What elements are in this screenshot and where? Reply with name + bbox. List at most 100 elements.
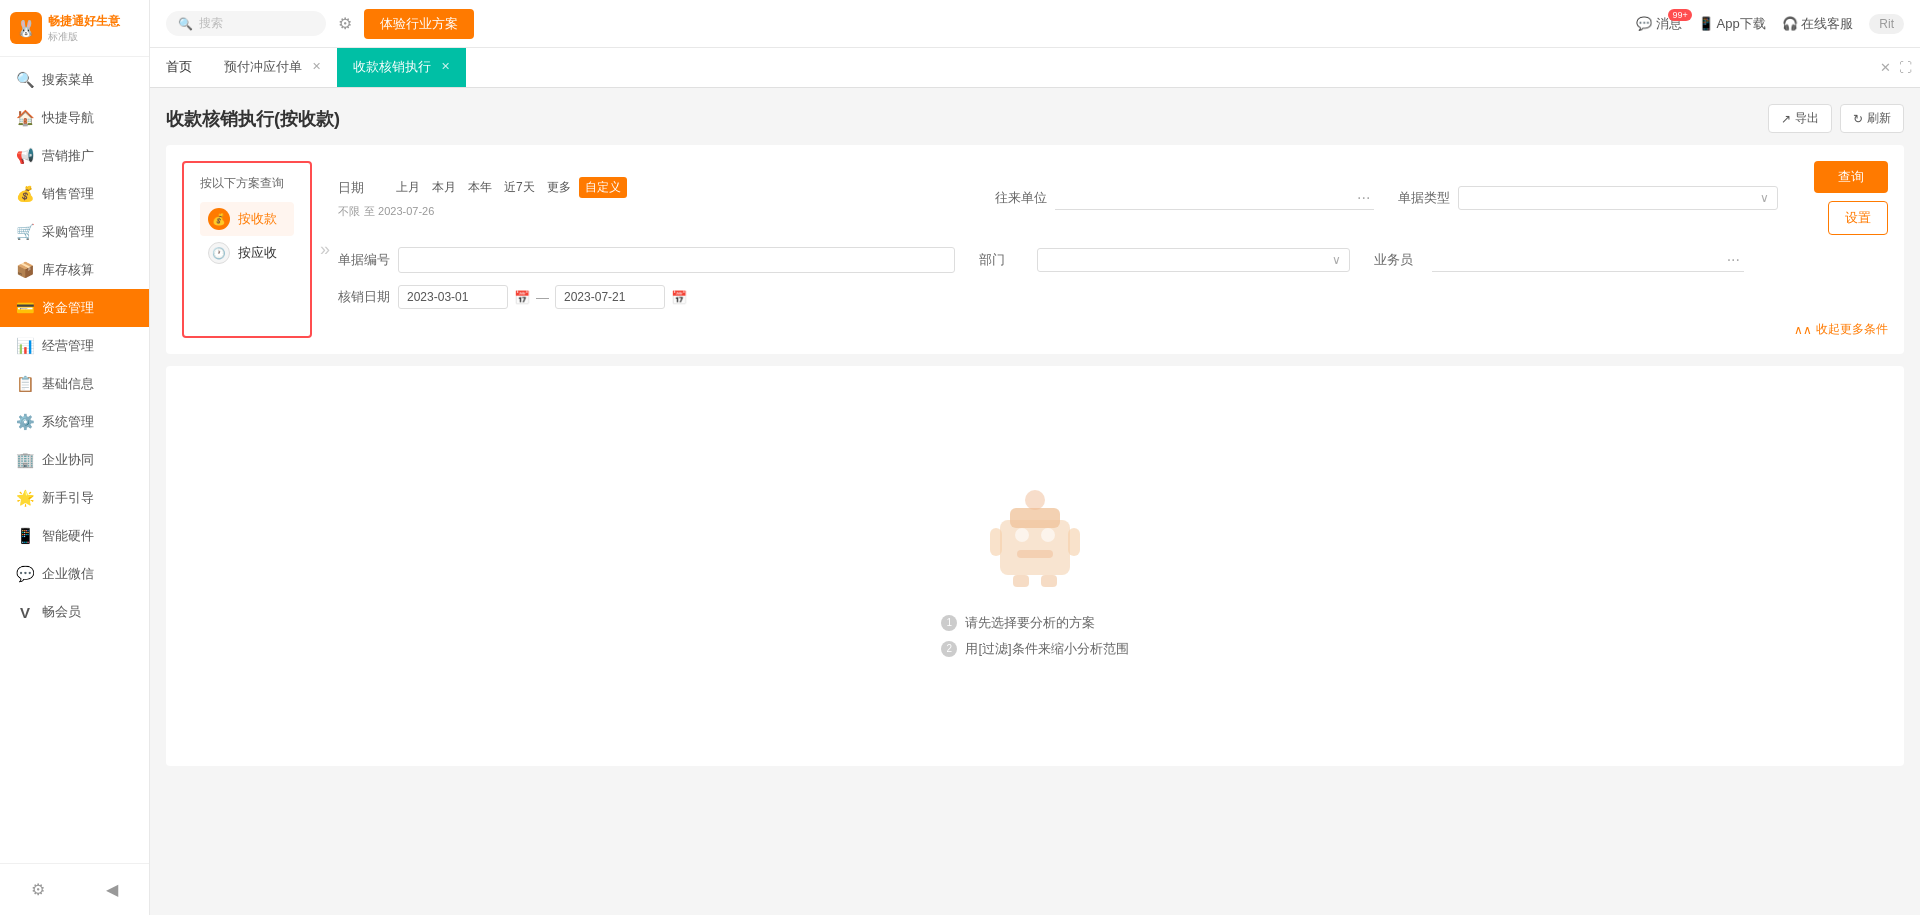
topbar-gear-icon[interactable]: ⚙ xyxy=(338,14,352,33)
svg-rect-6 xyxy=(1068,528,1080,556)
money-icon: 💰 xyxy=(16,185,34,203)
empty-hint-2: 2 用[过滤]条件来缩小分析范围 xyxy=(941,636,1128,662)
sidebar-item-operation[interactable]: 📊 经营管理 xyxy=(0,327,149,365)
svg-rect-1 xyxy=(1010,508,1060,528)
sidebar-item-corp[interactable]: 🏢 企业协同 xyxy=(0,441,149,479)
svg-point-3 xyxy=(1041,528,1055,542)
shortcut-custom[interactable]: 自定义 xyxy=(579,177,627,198)
filter-cell-voucherno: 单据编号 xyxy=(338,247,955,273)
building-icon: 🏢 xyxy=(16,451,34,469)
refresh-icon: ↻ xyxy=(1853,112,1863,126)
clipboard-icon: 📋 xyxy=(16,375,34,393)
tab-receipt-close[interactable]: ✕ xyxy=(441,60,450,73)
shortcut-this-month[interactable]: 本月 xyxy=(428,177,460,198)
page-title: 收款核销执行(按收款) xyxy=(166,107,340,131)
sidebar-item-finance[interactable]: 💳 资金管理 xyxy=(0,289,149,327)
verifydate-start-cal[interactable]: 📅 xyxy=(514,290,530,305)
verifydate-end-input[interactable] xyxy=(555,285,665,309)
tab-close-all-icon[interactable]: ✕ xyxy=(1880,60,1891,75)
shortcut-this-year[interactable]: 本年 xyxy=(464,177,496,198)
query-selector: 按以下方案查询 💰 按收款 🕐 按应收 xyxy=(182,161,312,338)
vip-icon: V xyxy=(16,604,34,621)
collapse-more-button[interactable]: ∧∧ 收起更多条件 xyxy=(1794,321,1888,338)
sidebar-item-member[interactable]: V 畅会员 xyxy=(0,593,149,631)
box-icon: 📦 xyxy=(16,261,34,279)
filter-cell-vouchertype: 单据类型 ∨ xyxy=(1398,186,1778,210)
online-service-btn[interactable]: 🎧 在线客服 xyxy=(1782,15,1854,33)
query-option-by-receipt[interactable]: 💰 按收款 xyxy=(200,202,294,236)
query-button[interactable]: 查询 xyxy=(1814,161,1888,193)
solution-button[interactable]: 体验行业方案 xyxy=(364,9,474,39)
shortcut-last-month[interactable]: 上月 xyxy=(392,177,424,198)
tab-expand-icon[interactable]: ⛶ xyxy=(1899,60,1912,75)
topbar-actions: 💬 消息 99+ 📱 App下载 🎧 在线客服 Rit xyxy=(1636,14,1904,34)
tab-receipt-verify[interactable]: 收款核销执行 ✕ xyxy=(337,48,466,87)
sidebar-item-guide[interactable]: 🌟 新手引导 xyxy=(0,479,149,517)
query-option-by-receivable[interactable]: 🕐 按应收 xyxy=(200,236,294,270)
sidebar-item-basic[interactable]: 📋 基础信息 xyxy=(0,365,149,403)
empty-illustration xyxy=(975,470,1095,590)
dept-chevron[interactable]: ∨ xyxy=(1332,253,1341,267)
shortcut-7days[interactable]: 近7天 xyxy=(500,177,539,198)
page-content: 收款核销执行(按收款) ↗ 导出 ↻ 刷新 按以下方案查询 💰 按收款 xyxy=(150,88,1920,915)
svg-point-9 xyxy=(1025,490,1045,510)
collapse-button[interactable]: » xyxy=(312,239,338,260)
refresh-button[interactable]: ↻ 刷新 xyxy=(1840,104,1904,133)
filter-row-2: 单据编号 部门 ∨ 业务员 ··· xyxy=(338,247,1888,273)
date-label: 日期 xyxy=(338,179,388,197)
svg-point-2 xyxy=(1015,528,1029,542)
sidebar-item-marketing[interactable]: 📢 营销推广 xyxy=(0,137,149,175)
sidebar-settings-btn[interactable]: ⚙ xyxy=(23,872,53,907)
verifydate-label: 核销日期 xyxy=(338,288,390,306)
svg-rect-8 xyxy=(1041,575,1057,587)
export-icon: ↗ xyxy=(1781,112,1791,126)
sidebar: 🐰 畅捷通好生意 标准版 🔍 搜索菜单 🏠 快捷导航 📢 营销推广 💰 销售管理… xyxy=(0,0,150,915)
search-icon: 🔍 xyxy=(178,17,193,31)
app-download-btn[interactable]: 📱 App下载 xyxy=(1698,15,1766,33)
sidebar-item-quicknav[interactable]: 🏠 快捷导航 xyxy=(0,99,149,137)
filter-action-col: 查询 设置 xyxy=(1802,161,1888,235)
empty-hint-1: 1 请先选择要分析的方案 xyxy=(941,610,1128,636)
tab-prepay-close[interactable]: ✕ xyxy=(312,60,321,73)
logo-icon: 🐰 xyxy=(10,12,42,44)
page-header: 收款核销执行(按收款) ↗ 导出 ↻ 刷新 xyxy=(166,104,1904,133)
sidebar-item-hardware[interactable]: 📱 智能硬件 xyxy=(0,517,149,555)
card-icon: 💳 xyxy=(16,299,34,317)
home-icon: 🏠 xyxy=(16,109,34,127)
counterpart-select-btn[interactable]: ··· xyxy=(1357,189,1370,207)
sidebar-item-search[interactable]: 🔍 搜索菜单 xyxy=(0,61,149,99)
verifydate-start-input[interactable] xyxy=(398,285,508,309)
filter-cell-date: 日期 上月 本月 本年 近7天 更多 自定义 不限 至 2023-07-26 xyxy=(338,177,971,219)
sidebar-item-inventory[interactable]: 📦 库存核算 xyxy=(0,251,149,289)
filter-cell-staff: 业务员 ··· xyxy=(1374,249,1744,272)
filter-cell-verifydate: 核销日期 📅 — 📅 xyxy=(338,285,955,309)
verifydate-end-cal[interactable]: 📅 xyxy=(671,290,687,305)
receivable-icon: 🕐 xyxy=(208,242,230,264)
logo-text: 畅捷通好生意 标准版 xyxy=(48,13,120,44)
filter-cell-counterpart: 往来单位 ··· xyxy=(995,187,1375,210)
tabbar: 首页 预付冲应付单 ✕ 收款核销执行 ✕ ✕ ⛶ xyxy=(150,48,1920,88)
gear-icon: ⚙️ xyxy=(16,413,34,431)
tab-home[interactable]: 首页 xyxy=(150,48,208,87)
message-button[interactable]: 💬 消息 99+ xyxy=(1636,15,1682,33)
cart-icon: 🛒 xyxy=(16,223,34,241)
vouchertype-chevron[interactable]: ∨ xyxy=(1760,191,1769,205)
user-profile[interactable]: Rit xyxy=(1869,14,1904,34)
setting-button[interactable]: 设置 xyxy=(1828,201,1888,235)
date-to-label: 至 2023-07-26 xyxy=(364,204,434,219)
staff-select-btn[interactable]: ··· xyxy=(1727,251,1740,269)
sidebar-item-wechat[interactable]: 💬 企业微信 xyxy=(0,555,149,593)
voucherno-input[interactable] xyxy=(398,247,955,273)
sidebar-item-purchase[interactable]: 🛒 采购管理 xyxy=(0,213,149,251)
filter-fields: 日期 上月 本月 本年 近7天 更多 自定义 不限 至 2023-07-26 xyxy=(338,161,1888,338)
sidebar-item-system[interactable]: ⚙️ 系统管理 xyxy=(0,403,149,441)
empty-hints: 1 请先选择要分析的方案 2 用[过滤]条件来缩小分析范围 xyxy=(941,610,1128,662)
shortcut-more[interactable]: 更多 xyxy=(543,177,575,198)
tab-prepay[interactable]: 预付冲应付单 ✕ xyxy=(208,48,337,87)
sidebar-bottom: ⚙ ◀ xyxy=(0,863,149,915)
sidebar-item-sales[interactable]: 💰 销售管理 xyxy=(0,175,149,213)
sidebar-collapse-btn[interactable]: ◀ xyxy=(98,872,126,907)
export-button[interactable]: ↗ 导出 xyxy=(1768,104,1832,133)
chart-icon: 📊 xyxy=(16,337,34,355)
topbar-search[interactable]: 🔍 搜索 xyxy=(166,11,326,36)
